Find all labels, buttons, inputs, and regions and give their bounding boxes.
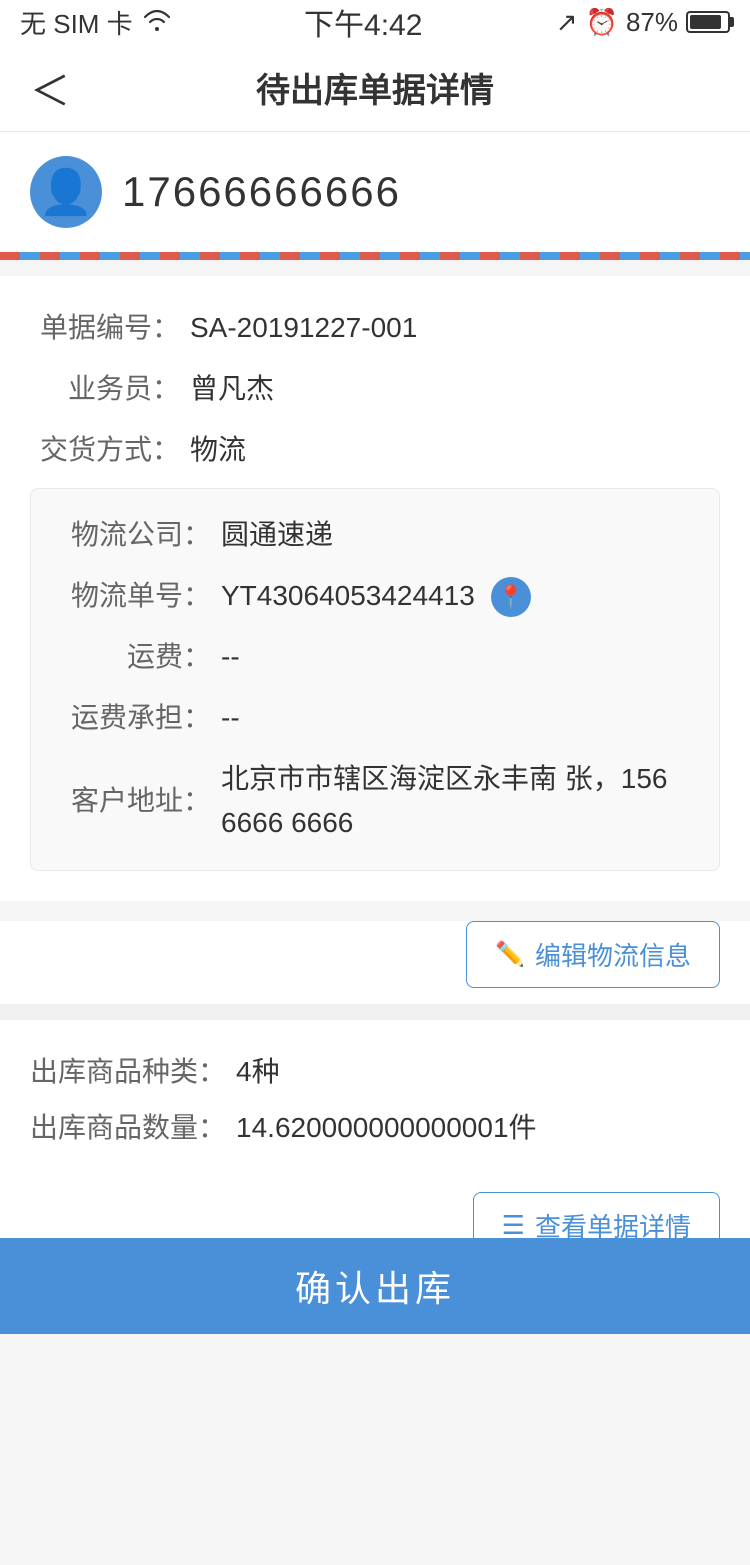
salesman-value: 曾凡杰 bbox=[190, 367, 720, 412]
status-bar: 无 SIM 卡 下午4:42 ↗ ⏰ 87% bbox=[0, 0, 750, 44]
time-display: 下午4:42 bbox=[304, 0, 422, 44]
logistics-tracking-row: 物流单号： YT43064053424413 📍 bbox=[61, 574, 689, 619]
back-button[interactable]: ＜ bbox=[30, 59, 70, 117]
page-title: 待出库单据详情 bbox=[256, 63, 494, 112]
goods-category-row: 出库商品种类： 4种 bbox=[30, 1050, 720, 1090]
logistics-company-row: 物流公司： 圆通速递 bbox=[61, 513, 689, 558]
doc-no-row: 单据编号： SA-20191227-001 bbox=[30, 306, 720, 351]
battery-percent: 87% bbox=[626, 7, 678, 38]
basic-info-section: 单据编号： SA-20191227-001 业务员： 曾凡杰 交货方式： 物流 … bbox=[0, 276, 750, 901]
alarm-icon: ⏰ bbox=[586, 7, 618, 38]
section-divider bbox=[0, 1004, 750, 1020]
confirm-btn-label: 确认出库 bbox=[295, 1260, 455, 1312]
freight-bear-label: 运费承担： bbox=[61, 696, 221, 741]
freight-bear-value: -- bbox=[221, 696, 689, 741]
address-label: 客户地址： bbox=[61, 779, 221, 824]
status-left: 无 SIM 卡 bbox=[20, 4, 171, 41]
address-value: 北京市市辖区海淀区永丰南 张，156 6666 6666 bbox=[221, 757, 689, 847]
wifi-icon bbox=[143, 7, 171, 38]
salesman-row: 业务员： 曾凡杰 bbox=[30, 367, 720, 412]
delivery-label: 交货方式： bbox=[30, 428, 190, 473]
list-icon: ☰ bbox=[502, 1210, 525, 1241]
nav-bar: ＜ 待出库单据详情 bbox=[0, 44, 750, 132]
doc-no-label: 单据编号： bbox=[30, 306, 190, 351]
delivery-row: 交货方式： 物流 bbox=[30, 428, 720, 473]
avatar: 👤 bbox=[30, 156, 102, 228]
doc-no-value: SA-20191227-001 bbox=[190, 306, 720, 351]
customer-phone: 17666666666 bbox=[122, 168, 401, 216]
goods-quantity-value: 14.620000000000001件 bbox=[236, 1106, 537, 1146]
goods-category-value: 4种 bbox=[236, 1050, 280, 1090]
goods-category-label: 出库商品种类： bbox=[30, 1050, 236, 1090]
location-status-icon: ↗ bbox=[556, 7, 578, 38]
track-location-button[interactable]: 📍 bbox=[491, 577, 531, 617]
edit-logistics-label: 编辑物流信息 bbox=[535, 936, 691, 973]
freight-bear-row: 运费承担： -- bbox=[61, 696, 689, 741]
status-right: ↗ ⏰ 87% bbox=[556, 7, 730, 38]
salesman-label: 业务员： bbox=[30, 367, 190, 412]
logistics-card: 物流公司： 圆通速递 物流单号： YT43064053424413 📍 运费： … bbox=[30, 488, 720, 871]
edit-logistics-button[interactable]: ✏️ 编辑物流信息 bbox=[466, 921, 720, 988]
person-icon: 👤 bbox=[39, 166, 94, 218]
carrier-text: 无 SIM 卡 bbox=[20, 4, 133, 41]
customer-header: 👤 17666666666 bbox=[0, 132, 750, 252]
dashed-divider bbox=[0, 252, 750, 260]
freight-label: 运费： bbox=[61, 635, 221, 680]
confirm-outbound-button[interactable]: 确认出库 bbox=[0, 1238, 750, 1334]
goods-quantity-label: 出库商品数量： bbox=[30, 1106, 236, 1146]
delivery-value: 物流 bbox=[190, 428, 720, 473]
goods-quantity-row: 出库商品数量： 14.620000000000001件 bbox=[30, 1106, 720, 1146]
logistics-company-label: 物流公司： bbox=[61, 513, 221, 558]
freight-row: 运费： -- bbox=[61, 635, 689, 680]
address-row: 客户地址： 北京市市辖区海淀区永丰南 张，156 6666 6666 bbox=[61, 757, 689, 847]
edit-icon: ✏️ bbox=[495, 940, 525, 969]
tracking-number: YT43064053424413 bbox=[221, 574, 475, 619]
battery-icon bbox=[686, 11, 730, 33]
logistics-company-value: 圆通速递 bbox=[221, 513, 689, 558]
map-pin-icon: 📍 bbox=[497, 579, 524, 614]
freight-value: -- bbox=[221, 635, 689, 680]
goods-section: 出库商品种类： 4种 出库商品数量： 14.620000000000001件 bbox=[0, 1020, 750, 1176]
edit-logistics-row: ✏️ 编辑物流信息 bbox=[0, 921, 750, 1004]
logistics-tracking-value: YT43064053424413 📍 bbox=[221, 574, 689, 619]
logistics-tracking-label: 物流单号： bbox=[61, 574, 221, 619]
